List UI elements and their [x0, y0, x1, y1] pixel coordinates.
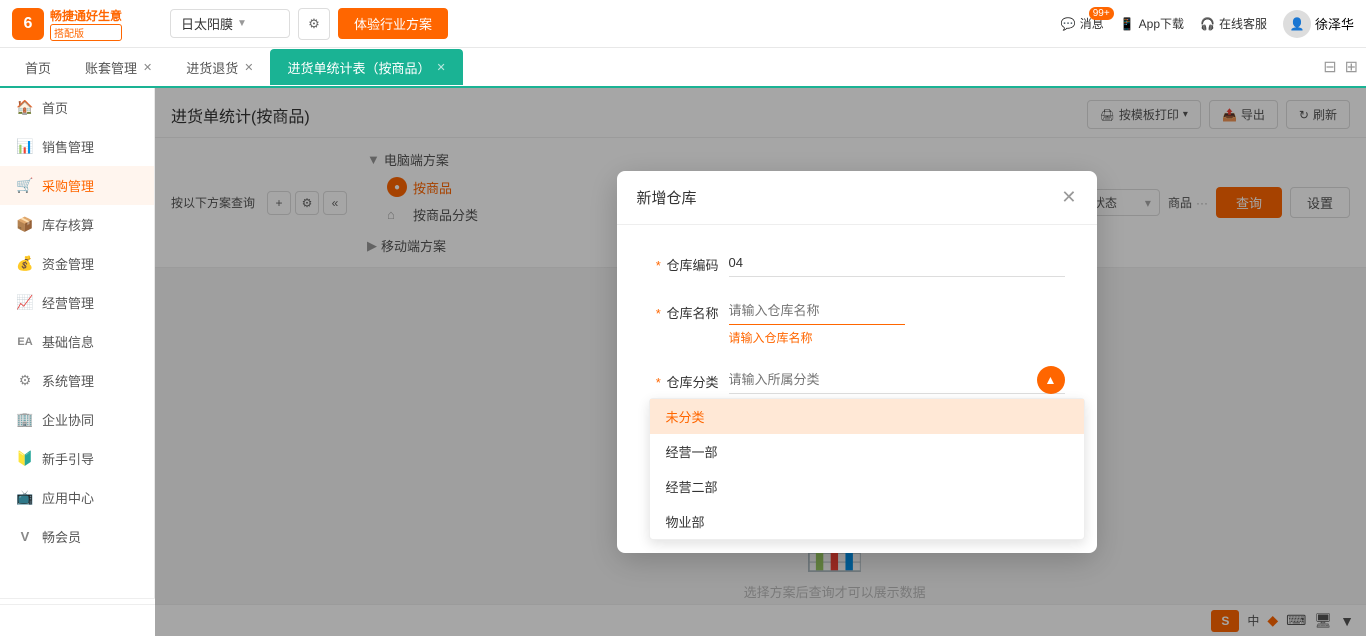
store-selector[interactable]: 日太阳膜 ▼ [170, 9, 290, 38]
finance-icon: 💰 [16, 255, 34, 273]
app-download-button[interactable]: 📱 App下载 [1120, 15, 1184, 32]
vip-icon: V [16, 528, 34, 546]
nav-right: 💬 消息 99+ 📱 App下载 🎧 在线客服 👤 徐泽华 [1061, 10, 1354, 38]
add-warehouse-modal: 新增仓库 ✕ * 仓库编码 * 仓库名称 [617, 171, 1097, 553]
sidebar-item-purchase[interactable]: 🛒 采购管理 [0, 166, 154, 205]
sidebar-item-sales[interactable]: 📊 销售管理 [0, 127, 154, 166]
logo-icon: 6 [12, 8, 44, 40]
sidebar-item-vip[interactable]: V 畅会员 [0, 517, 154, 556]
sidebar-item-home[interactable]: 🏠 首页 [0, 88, 154, 127]
sales-icon: 📊 [16, 138, 34, 156]
tab-purchase-stats[interactable]: 进货单统计表（按商品） ✕ [270, 49, 462, 85]
chevron-down-icon: ▼ [237, 18, 247, 29]
message-button[interactable]: 💬 消息 99+ [1061, 15, 1104, 32]
tab-close-icon[interactable]: ✕ [437, 61, 446, 74]
form-row-code: * 仓库编码 [649, 249, 1065, 277]
category-label: * 仓库分类 [649, 366, 729, 391]
logo-area: 6 畅捷通好生意 搭配版 [12, 7, 162, 41]
app-center-icon: 📺 [16, 489, 34, 507]
home-icon: 🏠 [16, 99, 34, 117]
guide-icon: 🔰 [16, 450, 34, 468]
sidebar-item-guide[interactable]: 🔰 新手引导 [0, 439, 154, 478]
inventory-icon: 📦 [16, 216, 34, 234]
modal-header: 新增仓库 ✕ [617, 171, 1097, 225]
tab-expand-button[interactable]: ⊞ [1345, 57, 1358, 77]
category-dropdown: ▲ 未分类 经营一部 经营二部 物业部 [729, 366, 1065, 394]
sidebar-item-inventory[interactable]: 📦 库存核算 [0, 205, 154, 244]
main-layout: 🏠 首页 📊 销售管理 🛒 采购管理 📦 库存核算 💰 资金管理 📈 经营管理 … [0, 88, 1366, 636]
warehouse-code-input[interactable] [729, 249, 1065, 277]
trial-button[interactable]: 体验行业方案 [338, 8, 448, 39]
tab-actions: ⊟ ⊞ [1323, 57, 1358, 77]
operation-icon: 📈 [16, 294, 34, 312]
avatar: 👤 [1283, 10, 1311, 38]
tab-purchase-return[interactable]: 进货退货 ✕ [169, 49, 270, 85]
settings-button[interactable]: ⚙ [298, 8, 330, 40]
basic-icon: EA [16, 333, 34, 351]
sidebar-item-finance[interactable]: 💰 资金管理 [0, 244, 154, 283]
tab-home[interactable]: 首页 [8, 49, 68, 85]
content-area: 进货单统计(按商品) 🖨 按模板打印 ▾ 📤 导出 ↻ 刷新 按以下方案查询 [155, 88, 1366, 636]
warehouse-name-input[interactable] [729, 297, 905, 325]
sidebar-item-app-center[interactable]: 📺 应用中心 [0, 478, 154, 517]
headset-icon: 🎧 [1200, 17, 1215, 31]
dropdown-toggle-button[interactable]: ▲ [1037, 366, 1065, 394]
tab-account[interactable]: 账套管理 ✕ [68, 49, 169, 85]
name-error-message: 请输入仓库名称 [729, 329, 1065, 346]
phone-icon: 📱 [1120, 17, 1135, 31]
system-icon: ⚙ [16, 372, 34, 390]
enterprise-icon: 🏢 [16, 411, 34, 429]
online-service-button[interactable]: 🎧 在线客服 [1200, 15, 1267, 32]
message-icon: 💬 [1061, 17, 1076, 31]
modal-close-button[interactable]: ✕ [1061, 187, 1076, 208]
name-label: * 仓库名称 [649, 297, 729, 325]
dropdown-item-dept1[interactable]: 经营一部 [650, 434, 1084, 469]
form-row-category: * 仓库分类 ▲ 未分类 经营一部 经营二部 物业部 [649, 366, 1065, 394]
sidebar-item-enterprise[interactable]: 🏢 企业协同 [0, 400, 154, 439]
message-badge: 99+ [1089, 7, 1114, 20]
name-input-wrap [729, 297, 1065, 325]
tab-close-icon[interactable]: ✕ [143, 61, 152, 74]
sidebar-item-basic[interactable]: EA 基础信息 [0, 322, 154, 361]
dropdown-item-property[interactable]: 物业部 [650, 504, 1084, 539]
sidebar: 🏠 首页 📊 销售管理 🛒 采购管理 📦 库存核算 💰 资金管理 📈 经营管理 … [0, 88, 155, 636]
sidebar-item-system[interactable]: ⚙ 系统管理 [0, 361, 154, 400]
top-navbar: 6 畅捷通好生意 搭配版 日太阳膜 ▼ ⚙ 体验行业方案 💬 消息 99+ 📱 … [0, 0, 1366, 48]
form-row-name: * 仓库名称 请输入仓库名称 [649, 297, 1065, 346]
sidebar-item-operation[interactable]: 📈 经营管理 [0, 283, 154, 322]
tab-minimize-button[interactable]: ⊟ [1323, 57, 1336, 77]
tab-bar: 首页 账套管理 ✕ 进货退货 ✕ 进货单统计表（按商品） ✕ ⊟ ⊞ [0, 48, 1366, 88]
modal-title: 新增仓库 [637, 187, 697, 208]
dropdown-item-uncategorized[interactable]: 未分类 [650, 399, 1084, 434]
code-label: * 仓库编码 [649, 249, 729, 274]
purchase-icon: 🛒 [16, 177, 34, 195]
dropdown-item-dept2[interactable]: 经营二部 [650, 469, 1084, 504]
logo-text: 畅捷通好生意 搭配版 [50, 7, 122, 41]
category-dropdown-list: 未分类 经营一部 经营二部 物业部 [649, 398, 1085, 540]
modal-body: * 仓库编码 * 仓库名称 [617, 225, 1097, 498]
tab-close-icon[interactable]: ✕ [244, 61, 253, 74]
user-avatar-area[interactable]: 👤 徐泽华 [1283, 10, 1354, 38]
category-input[interactable] [729, 366, 1065, 394]
